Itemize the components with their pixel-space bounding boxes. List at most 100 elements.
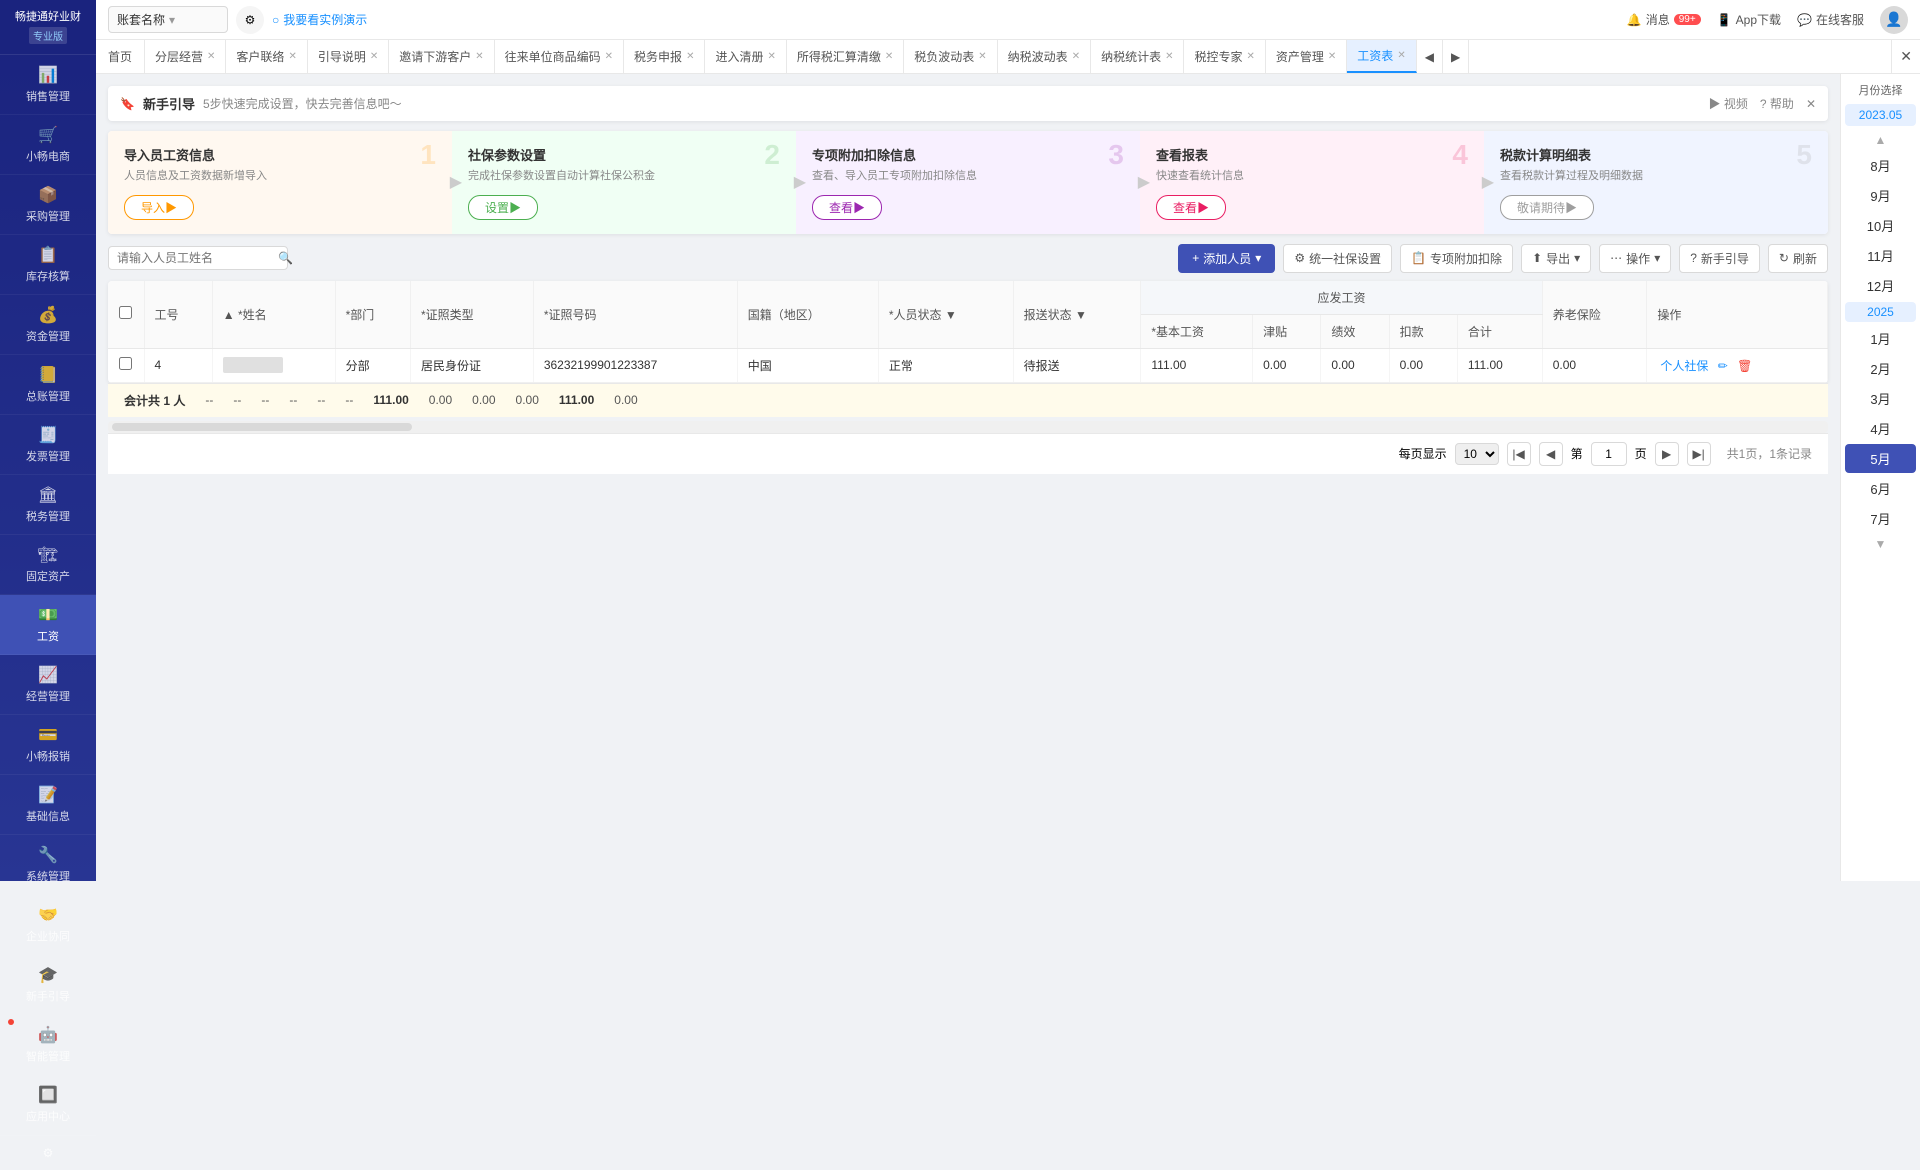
month-item-3[interactable]: 3月 [1845, 384, 1916, 413]
tab-home[interactable]: 首页 [96, 40, 145, 73]
demo-link[interactable]: ○ 我要看实例演示 [272, 11, 367, 28]
tab-tax-report-close[interactable]: ✕ [686, 51, 694, 62]
tab-layered-ops[interactable]: 分层经营 ✕ [145, 40, 226, 73]
account-selector[interactable]: 账套名称 ▾ [108, 6, 228, 33]
sidebar-settings-btn[interactable]: ⚙ [0, 1135, 96, 1170]
tab-invite[interactable]: 邀请下游客户 ✕ [389, 40, 494, 73]
online-service-btn[interactable]: 💬 在线客服 [1797, 11, 1864, 28]
page-prev-btn[interactable]: ◀ [1539, 442, 1563, 466]
step-btn-2[interactable]: 设置▶ [468, 195, 538, 220]
guide-video-btn[interactable]: ▶ 视频 [1709, 95, 1748, 112]
tab-register-close[interactable]: ✕ [767, 51, 775, 62]
month-up-btn[interactable]: ▲ [1845, 130, 1916, 150]
tab-payroll[interactable]: 工资表 ✕ [1347, 40, 1416, 73]
page-number-input[interactable] [1591, 442, 1627, 466]
month-down-btn[interactable]: ▼ [1845, 534, 1916, 554]
month-panel-year[interactable]: 2023.05 [1845, 104, 1916, 126]
page-first-btn[interactable]: |◀ [1507, 442, 1531, 466]
horizontal-scrollbar[interactable] [112, 423, 412, 431]
tab-layered-close[interactable]: ✕ [207, 51, 215, 62]
tab-tax-report[interactable]: 税务申报 ✕ [624, 40, 705, 73]
tab-tax-stats-close[interactable]: ✕ [1165, 51, 1173, 62]
select-all-checkbox[interactable] [119, 306, 132, 319]
month-item-6[interactable]: 6月 [1845, 474, 1916, 503]
tab-guide-desc[interactable]: 引导说明 ✕ [308, 40, 389, 73]
search-input[interactable] [117, 251, 272, 265]
tab-tax-burden[interactable]: 税负波动表 ✕ [904, 40, 997, 73]
sidebar-item-ai[interactable]: 🤖 智能管理 [0, 1015, 96, 1075]
page-last-btn[interactable]: ▶| [1687, 442, 1711, 466]
tab-close-all-btn[interactable]: ✕ [1891, 40, 1920, 73]
month-item-5[interactable]: 5月 [1845, 444, 1916, 473]
sidebar-item-tax[interactable]: 🏛 税务管理 [0, 475, 96, 535]
tab-income-tax-close[interactable]: ✕ [885, 51, 893, 62]
year-2025-label[interactable]: 2025 [1845, 302, 1916, 322]
sidebar-item-sales[interactable]: 📊 销售管理 [0, 55, 96, 115]
tab-customer[interactable]: 客户联络 ✕ [226, 40, 307, 73]
newbie-guide-btn[interactable]: ? 新手引导 [1679, 244, 1760, 273]
step-btn-5[interactable]: 敬请期待▶ [1500, 195, 1594, 220]
sidebar-item-purchase[interactable]: 📦 采购管理 [0, 175, 96, 235]
tab-asset-close[interactable]: ✕ [1328, 51, 1336, 62]
tab-tax-stats[interactable]: 纳税统计表 ✕ [1091, 40, 1184, 73]
sidebar-item-guide[interactable]: 🎓 新手引导 [0, 955, 96, 1015]
tab-product-code[interactable]: 往来单位商品编码 ✕ [495, 40, 624, 73]
sidebar-item-ledger[interactable]: 📒 总账管理 [0, 355, 96, 415]
page-next-btn[interactable]: ▶ [1655, 442, 1679, 466]
tab-next-btn[interactable]: ▶ [1443, 40, 1469, 73]
sidebar-item-collab[interactable]: 🤝 企业协同 [0, 895, 96, 955]
tab-customer-close[interactable]: ✕ [288, 51, 296, 62]
sidebar-item-invoice[interactable]: 🧾 发票管理 [0, 415, 96, 475]
tab-guide-close[interactable]: ✕ [370, 51, 378, 62]
sidebar-item-expense[interactable]: 💳 小畅报销 [0, 715, 96, 775]
tab-register[interactable]: 进入清册 ✕ [705, 40, 786, 73]
tab-tax-wave[interactable]: 纳税波动表 ✕ [998, 40, 1091, 73]
sidebar-item-finance[interactable]: 💰 资金管理 [0, 295, 96, 355]
tab-asset-mgmt[interactable]: 资产管理 ✕ [1266, 40, 1347, 73]
per-page-select[interactable]: 10 20 50 [1455, 443, 1499, 465]
tab-prev-btn[interactable]: ◀ [1417, 40, 1443, 73]
tab-product-code-close[interactable]: ✕ [605, 51, 613, 62]
personal-insurance-btn[interactable]: 个人社保 [1660, 359, 1708, 373]
month-item-7[interactable]: 7月 [1845, 504, 1916, 533]
month-item-12[interactable]: 12月 [1845, 271, 1916, 300]
header-settings-btn[interactable]: ⚙ [236, 6, 264, 34]
export-btn[interactable]: ⬆ 导出 ▾ [1521, 244, 1591, 273]
user-avatar[interactable]: 👤 [1880, 6, 1908, 34]
tab-tax-burden-close[interactable]: ✕ [978, 51, 986, 62]
month-item-2[interactable]: 2月 [1845, 354, 1916, 383]
guide-close-btn[interactable]: ✕ [1806, 97, 1816, 111]
step-btn-3[interactable]: 查看▶ [812, 195, 882, 220]
sidebar-item-assets[interactable]: 🏗 固定资产 [0, 535, 96, 595]
month-item-10[interactable]: 10月 [1845, 211, 1916, 240]
month-item-11[interactable]: 11月 [1845, 241, 1916, 270]
tab-tax-wave-close[interactable]: ✕ [1072, 51, 1080, 62]
sidebar-item-payroll[interactable]: 💵 工资 [0, 595, 96, 655]
step-btn-4[interactable]: 查看▶ [1156, 195, 1226, 220]
sidebar-item-app-center[interactable]: 🔲 应用中心 [0, 1075, 96, 1135]
month-item-4[interactable]: 4月 [1845, 414, 1916, 443]
month-item-9[interactable]: 9月 [1845, 181, 1916, 210]
delete-btn[interactable]: 🗑 [1737, 359, 1752, 373]
sidebar-item-basic-info[interactable]: 📝 基础信息 [0, 775, 96, 835]
month-item-8[interactable]: 8月 [1845, 151, 1916, 180]
tab-payroll-close[interactable]: ✕ [1397, 50, 1405, 61]
row-checkbox[interactable] [119, 357, 132, 370]
edit-btn[interactable]: ✏ [1718, 359, 1728, 373]
sidebar-item-operations[interactable]: 📈 经营管理 [0, 655, 96, 715]
add-person-btn[interactable]: + 添加人员 ▾ [1178, 244, 1275, 273]
sidebar-item-system[interactable]: 🔧 系统管理 [0, 835, 96, 895]
sidebar-item-inventory[interactable]: 📋 库存核算 [0, 235, 96, 295]
guide-help-btn[interactable]: ? 帮助 [1760, 95, 1794, 112]
tab-invite-close[interactable]: ✕ [475, 51, 483, 62]
search-icon[interactable]: 🔍 [278, 251, 293, 265]
operations-btn[interactable]: ⋯ 操作 ▾ [1599, 244, 1671, 273]
tab-tax-expert[interactable]: 税控专家 ✕ [1184, 40, 1265, 73]
message-btn[interactable]: 🔔 消息 99+ [1627, 11, 1701, 28]
app-download-btn[interactable]: 📱 App下载 [1717, 11, 1781, 28]
unified-settings-btn[interactable]: ⚙ 统一社保设置 [1283, 244, 1392, 273]
month-item-1[interactable]: 1月 [1845, 324, 1916, 353]
tab-income-tax[interactable]: 所得税汇算清缴 ✕ [787, 40, 904, 73]
tab-tax-expert-close[interactable]: ✕ [1247, 51, 1255, 62]
special-deduction-btn[interactable]: 📋 专项附加扣除 [1400, 244, 1513, 273]
